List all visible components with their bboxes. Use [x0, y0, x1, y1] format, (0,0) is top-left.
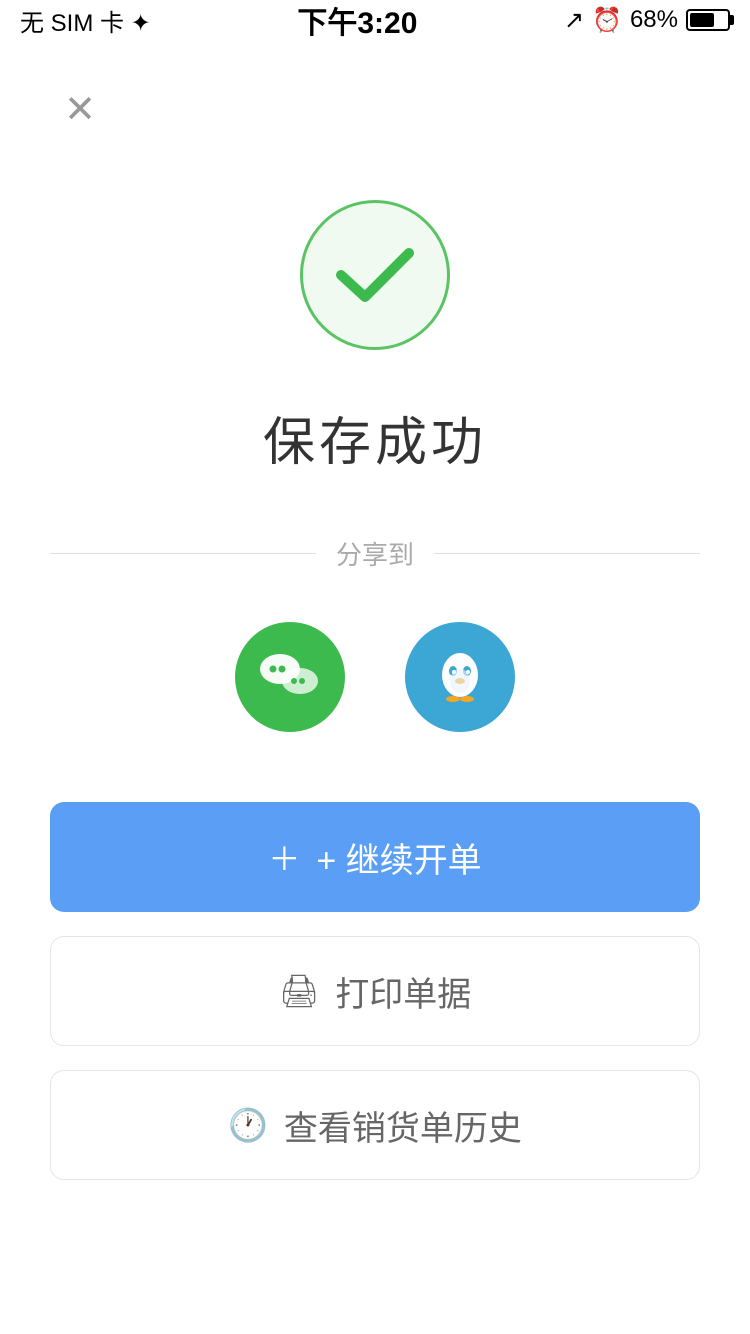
- history-label: 查看销货单历史: [284, 1101, 522, 1150]
- divider-left: [50, 553, 316, 554]
- divider-right: [434, 553, 700, 554]
- printer-icon: 🖨: [279, 972, 320, 1010]
- checkmark-icon: [335, 245, 415, 305]
- success-title: 保存成功: [263, 400, 487, 475]
- qq-icon: [428, 645, 493, 710]
- continue-order-label: + 继续开单: [316, 833, 481, 882]
- share-label: 分享到: [336, 535, 414, 572]
- print-button[interactable]: 🖨 打印单据: [50, 936, 700, 1046]
- battery-fill: [690, 13, 714, 27]
- qq-share-button[interactable]: [405, 622, 515, 732]
- history-button[interactable]: 🕐 查看销货单历史: [50, 1070, 700, 1180]
- status-left: 无 SIM 卡 ✦: [20, 3, 151, 38]
- share-section: 分享到: [50, 535, 700, 732]
- alarm-icon: ⏰: [592, 6, 622, 35]
- status-bar: 无 SIM 卡 ✦ 下午3:20 ↗ ⏰ 68%: [0, 0, 750, 40]
- success-section: 保存成功: [50, 200, 700, 475]
- clock-icon: 🕐: [228, 1106, 268, 1144]
- battery-icon: [686, 9, 730, 31]
- wechat-icon: [256, 647, 324, 707]
- battery-label: 68%: [630, 6, 678, 34]
- action-buttons: ＋ + 继续开单 🖨 打印单据 🕐 查看销货单历史: [50, 802, 700, 1180]
- success-circle: [300, 200, 450, 350]
- close-icon: ✕: [64, 91, 96, 129]
- share-divider: 分享到: [50, 535, 700, 572]
- close-button[interactable]: ✕: [50, 80, 110, 140]
- plus-icon: ＋: [268, 834, 300, 880]
- location-icon: ↗: [564, 6, 584, 35]
- print-label: 打印单据: [335, 967, 471, 1016]
- no-sim-label: 无 SIM 卡 ✦: [20, 3, 151, 38]
- status-time: 下午3:20: [297, 0, 417, 42]
- share-icons: [235, 622, 515, 732]
- wechat-share-button[interactable]: [235, 622, 345, 732]
- continue-order-button[interactable]: ＋ + 继续开单: [50, 802, 700, 912]
- main-content: ✕ 保存成功 分享到: [0, 40, 750, 1334]
- status-right: ↗ ⏰ 68%: [564, 6, 730, 35]
